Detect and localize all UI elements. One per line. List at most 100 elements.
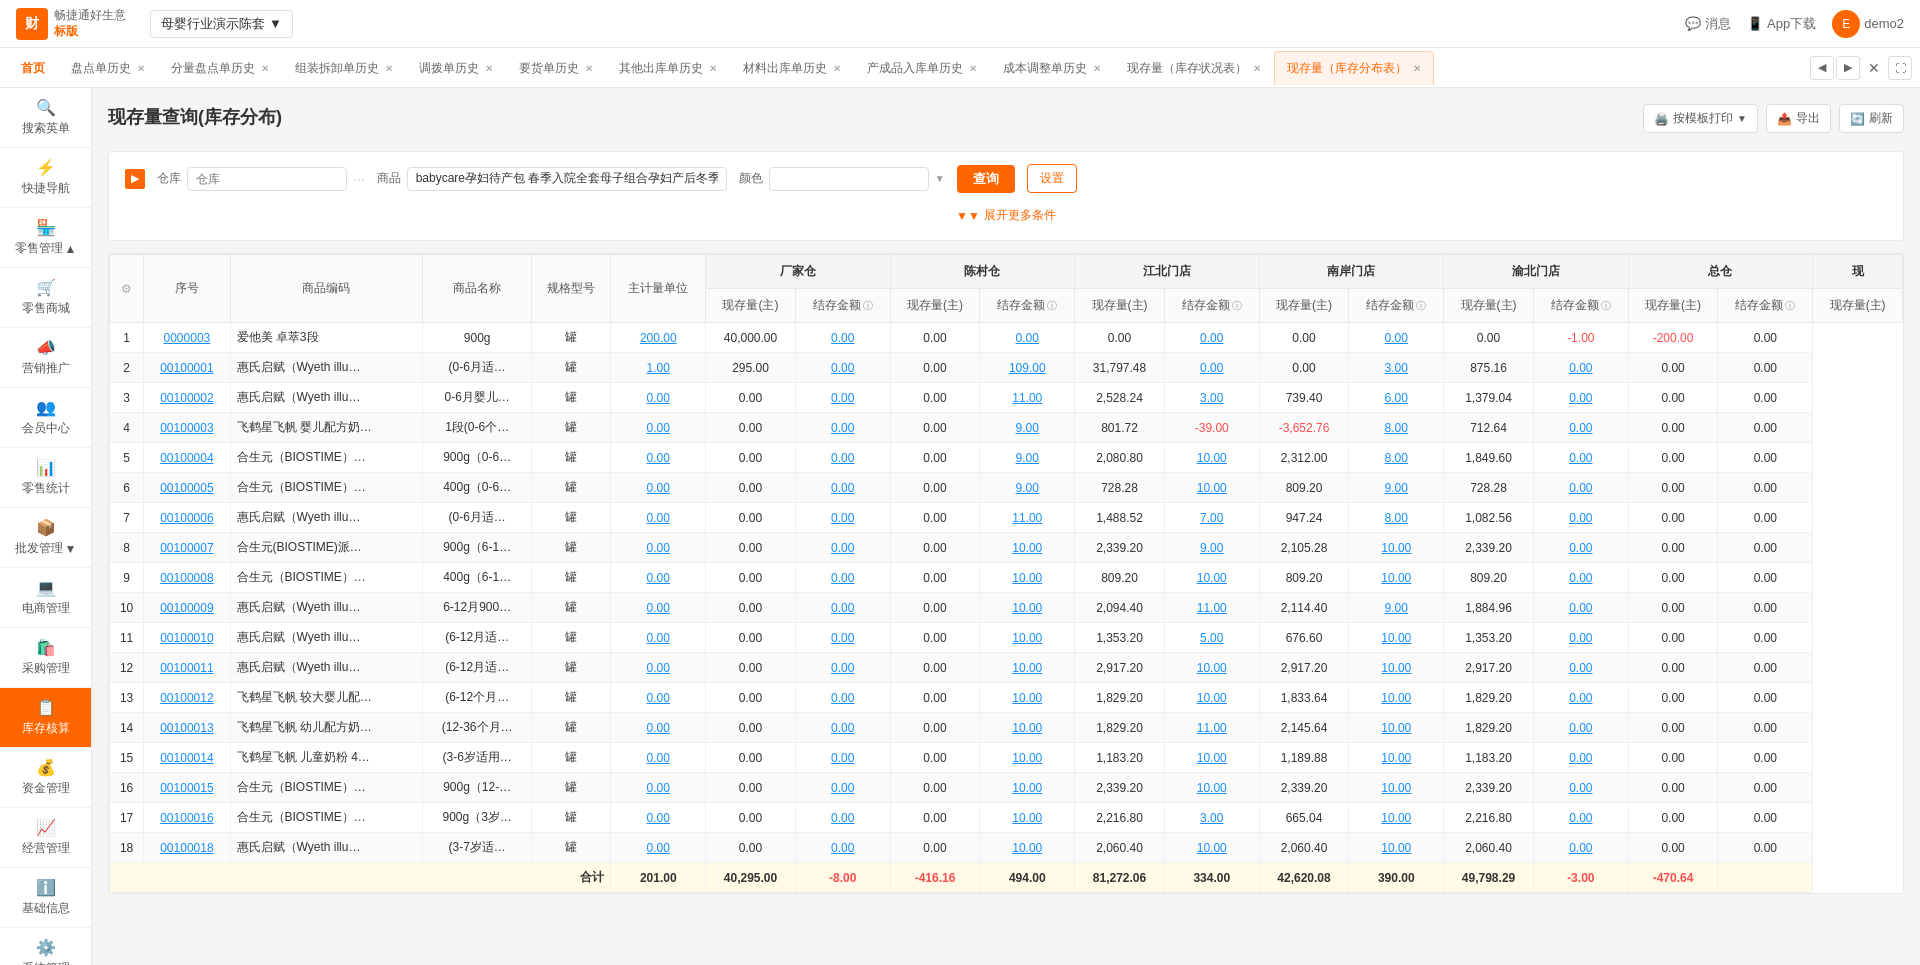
cell-nanan-amt: 2,060.40 [1259, 833, 1349, 863]
close-icon[interactable]: ✕ [485, 63, 493, 74]
cell-spec: (0-6月适… [423, 503, 532, 533]
close-icon[interactable]: ✕ [261, 63, 269, 74]
sidebar-item-ops[interactable]: 📈 经营管理 [0, 808, 91, 868]
sidebar-item-marketing[interactable]: 📣 营销推广 [0, 328, 91, 388]
sidebar-item-search[interactable]: 🔍 搜索英单 [0, 88, 91, 148]
cell-name: 惠氏启赋（Wyeth illu… [230, 623, 423, 653]
sidebar-item-finance[interactable]: 💰 资金管理 [0, 748, 91, 808]
table-row: 12 00100011 惠氏启赋（Wyeth illu… (6-12月适… 罐 … [110, 653, 1903, 683]
cell-no: 2 [110, 353, 144, 383]
cell-factory-qty: 1.00 [611, 353, 706, 383]
cell-unit: 罐 [532, 593, 611, 623]
close-icon[interactable]: ✕ [1413, 63, 1421, 74]
store-selector[interactable]: 母婴行业演示陈套 ▼ [150, 10, 293, 38]
settings-button[interactable]: 设置 [1027, 164, 1077, 193]
ecom-icon: 💻 [36, 578, 56, 597]
logo-icon: 财 [16, 8, 48, 40]
cell-total-qty: 0.00 [1533, 683, 1628, 713]
close-icon[interactable]: ✕ [137, 63, 145, 74]
cell-jiangbei-qty: 109.00 [980, 353, 1075, 383]
cell-factory-amt: 0.00 [706, 473, 796, 503]
sidebar-item-member[interactable]: 👥 会员中心 [0, 388, 91, 448]
sidebar-item-purchase[interactable]: 🛍️ 采购管理 [0, 628, 91, 688]
nav-next-arrow[interactable]: ▶ [1836, 56, 1860, 80]
tab-chanpin[interactable]: 产成品入库单历史 ✕ [854, 51, 990, 85]
sidebar-item-mall[interactable]: 🛒 零售商城 [0, 268, 91, 328]
cell-code: 00100011 [144, 653, 230, 683]
expand-conditions-btn[interactable]: ▼▼ 展开更多条件 [956, 203, 1056, 228]
nav-expand-btn[interactable]: ⛶ [1888, 56, 1912, 80]
color-input[interactable] [769, 167, 929, 191]
refresh-icon: 🔄 [1850, 112, 1865, 126]
sidebar-item-quicknav[interactable]: ⚡ 快捷导航 [0, 148, 91, 208]
cell-code: 00100004 [144, 443, 230, 473]
cell-total-amt: 0.00 [1628, 743, 1718, 773]
goods-input[interactable] [407, 167, 727, 191]
summary-total-amt: -470.64 [1628, 863, 1718, 893]
tab-qita[interactable]: 其他出库单历史 ✕ [606, 51, 730, 85]
cell-chencun-amt: 0.00 [890, 353, 980, 383]
sidebar-item-basic[interactable]: ℹ️ 基础信息 [0, 868, 91, 928]
cell-unit: 罐 [532, 383, 611, 413]
cell-factory-amt: 0.00 [706, 773, 796, 803]
color-label: 颜色 [739, 170, 763, 187]
warehouse-input[interactable] [187, 167, 347, 191]
refresh-button[interactable]: 🔄 刷新 [1839, 104, 1904, 133]
cell-total-amt: -200.00 [1628, 323, 1718, 353]
tab-home[interactable]: 首页 [8, 51, 58, 85]
tab-fenpan[interactable]: 分量盘点单历史 ✕ [158, 51, 282, 85]
nav-prev-arrow[interactable]: ◀ [1810, 56, 1834, 80]
cell-yubei-qty: 10.00 [1349, 563, 1444, 593]
close-icon[interactable]: ✕ [1253, 63, 1261, 74]
cell-yubei-qty: 0.00 [1349, 323, 1444, 353]
print-button[interactable]: 🖨️ 按模板打印 ▼ [1643, 104, 1758, 133]
inventory-icon: 📋 [36, 698, 56, 717]
sidebar-item-retail[interactable]: 🏪 零售管理▲ [0, 208, 91, 268]
col-settings[interactable]: ⚙ [110, 255, 144, 323]
close-icon[interactable]: ✕ [385, 63, 393, 74]
tab-pandian[interactable]: 盘点单历史 ✕ [58, 51, 158, 85]
close-icon[interactable]: ✕ [1093, 63, 1101, 74]
tab-xiancun1[interactable]: 现存量（库存状况表） ✕ [1114, 51, 1274, 85]
sidebar-item-wholesale[interactable]: 📦 批发管理▼ [0, 508, 91, 568]
export-button[interactable]: 📤 导出 [1766, 104, 1831, 133]
cell-nanan-amt: 2,917.20 [1259, 653, 1349, 683]
app-download-action[interactable]: 📱 App下载 [1747, 15, 1816, 33]
color-filter: 颜色 ▼ [739, 167, 945, 191]
user-menu[interactable]: E demo2 [1832, 10, 1904, 38]
nav-close-btn[interactable]: ✕ [1862, 56, 1886, 80]
cell-no: 1 [110, 323, 144, 353]
close-icon[interactable]: ✕ [709, 63, 717, 74]
tab-cailiao[interactable]: 材料出库单历史 ✕ [730, 51, 854, 85]
cell-chencun-qty: 0.00 [795, 503, 890, 533]
cell-factory-amt: 0.00 [706, 503, 796, 533]
cell-chencun-qty: 0.00 [795, 413, 890, 443]
cell-jiangbei-amt: 1,488.52 [1075, 503, 1165, 533]
cell-jiangbei-amt: 809.20 [1075, 563, 1165, 593]
cell-spec: (12-36个月… [423, 713, 532, 743]
close-icon[interactable]: ✕ [585, 63, 593, 74]
sidebar-item-ecom[interactable]: 💻 电商管理 [0, 568, 91, 628]
tab-yaohuo[interactable]: 要货单历史 ✕ [506, 51, 606, 85]
tab-xiancun2[interactable]: 现存量（库存分布表） ✕ [1274, 51, 1434, 85]
search-button[interactable]: 查询 [957, 165, 1015, 193]
tab-chengben[interactable]: 成本调整单历史 ✕ [990, 51, 1114, 85]
tab-zuhe[interactable]: 组装拆卸单历史 ✕ [282, 51, 406, 85]
cell-spec: 400g（0-6… [423, 473, 532, 503]
message-action[interactable]: 💬 消息 [1685, 15, 1731, 33]
sidebar-item-retailstat[interactable]: 📊 零售统计 [0, 448, 91, 508]
sidebar-item-inventory[interactable]: 📋 库存核算 [0, 688, 91, 748]
close-icon[interactable]: ✕ [969, 63, 977, 74]
cell-jiangbei-amt: 0.00 [1075, 323, 1165, 353]
cell-code: 00100014 [144, 743, 230, 773]
tab-diaopo[interactable]: 调拨单历史 ✕ [406, 51, 506, 85]
sidebar-item-system[interactable]: ⚙️ 系统管理 [0, 928, 91, 965]
cell-yubei-qty: 8.00 [1349, 443, 1444, 473]
cell-factory-qty: 0.00 [611, 533, 706, 563]
close-icon[interactable]: ✕ [833, 63, 841, 74]
cell-yubei-amt: 1,183.20 [1444, 743, 1534, 773]
cell-yubei-amt: 2,339.20 [1444, 773, 1534, 803]
color-dropdown-icon[interactable]: ▼ [935, 173, 945, 184]
col-code: 商品编码 [230, 255, 423, 323]
collapse-arrow[interactable]: ▶ [125, 169, 145, 189]
